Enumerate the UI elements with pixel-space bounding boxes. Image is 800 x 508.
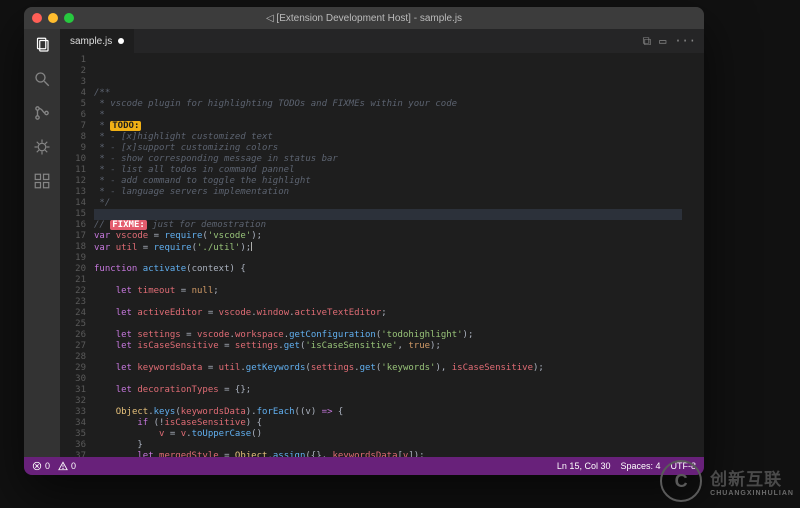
code-line[interactable]: * - add command to toggle the highlight — [94, 176, 694, 187]
tabs-actions: ⧉ ▭ ··· — [643, 29, 705, 53]
code-line[interactable]: let mergedStyle = Object.assign({}, keyw… — [94, 451, 694, 457]
code-line[interactable]: let timeout = null; — [94, 286, 694, 297]
dirty-indicator-icon — [118, 38, 124, 44]
title-icon: ◁ — [266, 13, 274, 24]
code-line[interactable]: * vscode plugin for highlighting TODOs a… — [94, 99, 694, 110]
preview-icon[interactable]: ▭ — [659, 34, 666, 48]
code-line[interactable]: let decorationTypes = {}; — [94, 385, 694, 396]
search-icon[interactable] — [32, 69, 52, 89]
split-editor-icon[interactable]: ⧉ — [643, 34, 652, 49]
git-icon[interactable] — [32, 103, 52, 123]
text-cursor — [251, 242, 252, 251]
line-numbers-gutter: 1234567891011121314151617181920212223242… — [60, 53, 94, 457]
code-line[interactable] — [94, 275, 694, 286]
code-line[interactable]: let keywordsData = util.getKeywords(sett… — [94, 363, 694, 374]
code-line[interactable]: function activate(context) { — [94, 264, 694, 275]
editor-area: sample.js ⧉ ▭ ··· 1234567891011121314151… — [60, 29, 704, 457]
code-line[interactable]: /** — [94, 88, 694, 99]
code-line[interactable]: // FIXME: just for demostration — [94, 220, 694, 231]
watermark-logo-icon: C — [660, 460, 702, 502]
code-line[interactable] — [94, 297, 694, 308]
status-errors[interactable]: 0 — [32, 461, 50, 471]
tab-sample-js[interactable]: sample.js — [60, 29, 135, 53]
code-line[interactable]: * — [94, 110, 694, 121]
tab-label: sample.js — [70, 36, 112, 47]
code-line[interactable]: let activeEditor = vscode.window.activeT… — [94, 308, 694, 319]
extensions-icon[interactable] — [32, 171, 52, 191]
code-line[interactable]: if (!isCaseSensitive) { — [94, 418, 694, 429]
code-line[interactable]: let isCaseSensitive = settings.get('isCa… — [94, 341, 694, 352]
code-line[interactable]: let settings = vscode.workspace.getConfi… — [94, 330, 694, 341]
code-line[interactable]: */ — [94, 198, 694, 209]
status-spaces[interactable]: Spaces: 4 — [620, 461, 660, 471]
code-line[interactable]: * - [x]highlight customized text — [94, 132, 694, 143]
title-bar[interactable]: ◁ [Extension Development Host] - sample.… — [24, 7, 704, 29]
code-line[interactable]: * - language servers implementation — [94, 187, 694, 198]
code-line[interactable]: } — [94, 440, 694, 451]
code-line[interactable]: * - list all todos in command pannel — [94, 165, 694, 176]
current-line-highlight — [94, 209, 682, 220]
status-line-col[interactable]: Ln 15, Col 30 — [557, 461, 611, 471]
code-line[interactable]: Object.keys(keywordsData).forEach((v) =>… — [94, 407, 694, 418]
more-actions-icon[interactable]: ··· — [674, 34, 696, 48]
debug-icon[interactable] — [32, 137, 52, 157]
code-line[interactable] — [94, 352, 694, 363]
watermark-overlay: C 创新互联 CHUANGXINHULIAN — [660, 460, 794, 502]
watermark-subtext: CHUANGXINHULIAN — [710, 490, 794, 497]
status-bar: 0 0 Ln 15, Col 30 Spaces: 4 UTF-8 — [24, 457, 704, 475]
overview-ruler[interactable] — [694, 53, 704, 457]
code-line[interactable] — [94, 319, 694, 330]
code-line[interactable] — [94, 253, 694, 264]
code-line[interactable]: v = v.toUpperCase() — [94, 429, 694, 440]
code-line[interactable]: * - show corresponding message in status… — [94, 154, 694, 165]
tabs-row: sample.js ⧉ ▭ ··· — [60, 29, 704, 53]
status-warnings[interactable]: 0 — [58, 461, 76, 471]
watermark-text: 创新互联 — [710, 470, 782, 489]
activity-bar — [24, 29, 60, 457]
code-content[interactable]: /** * vscode plugin for highlighting TOD… — [94, 53, 694, 457]
files-icon[interactable] — [32, 35, 52, 55]
editor-pane[interactable]: 1234567891011121314151617181920212223242… — [60, 53, 704, 457]
code-line[interactable] — [94, 396, 694, 407]
window-title: ◁ [Extension Development Host] - sample.… — [24, 13, 704, 24]
code-line[interactable] — [94, 374, 694, 385]
code-line[interactable]: var vscode = require('vscode'); — [94, 231, 694, 242]
code-line[interactable]: * TODO: — [94, 121, 694, 132]
code-line[interactable]: var util = require('./util'); — [94, 242, 694, 253]
vscode-window: ◁ [Extension Development Host] - sample.… — [24, 7, 704, 475]
code-line[interactable]: * - [x]support customizing colors — [94, 143, 694, 154]
